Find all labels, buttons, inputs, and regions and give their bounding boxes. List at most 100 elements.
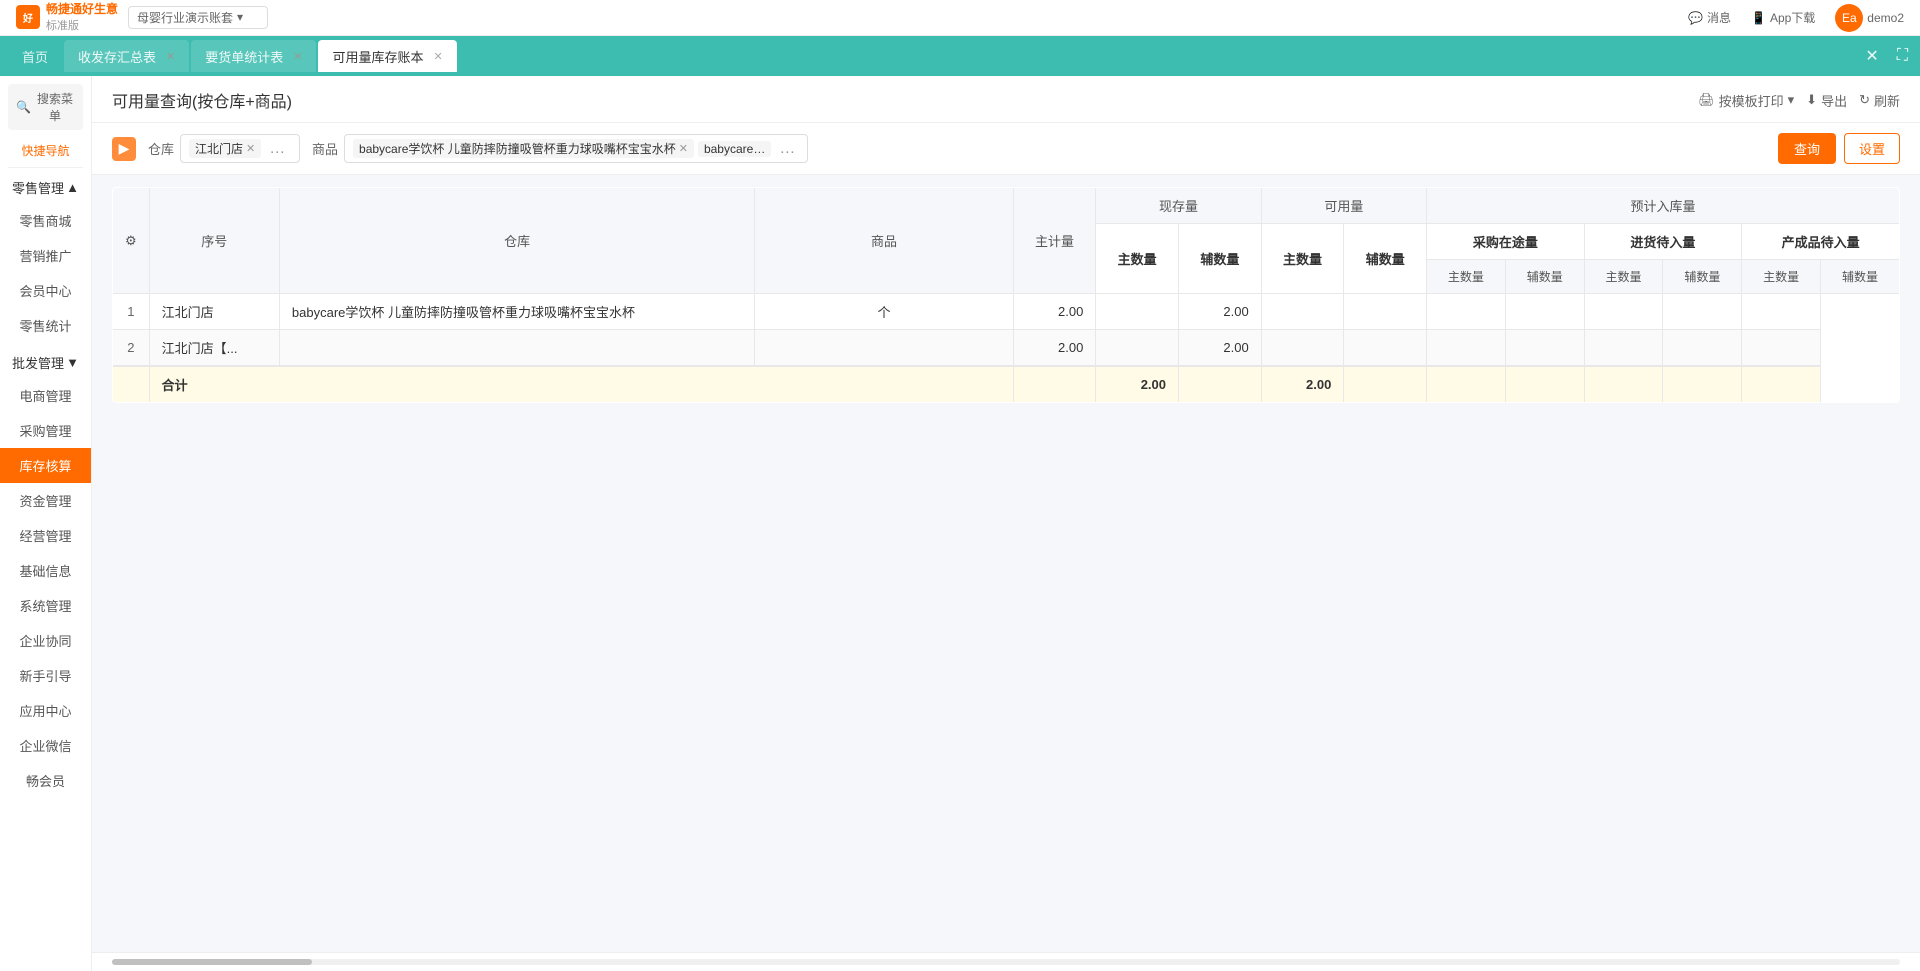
summary-available-aux (1344, 366, 1427, 403)
search-menu-button[interactable]: 🔍 搜索菜单 (8, 84, 83, 130)
row1-available-aux (1261, 294, 1344, 330)
warehouse-tag-close[interactable]: ✕ (246, 142, 255, 155)
scroll-track[interactable] (112, 959, 1900, 965)
app-download-action[interactable]: 📱 App下载 (1751, 9, 1815, 26)
user-area[interactable]: Ea demo2 (1835, 4, 1904, 32)
sidebar-item-enterprise-label: 企业协同 (19, 634, 71, 649)
th-production-main: 主数量 (1742, 260, 1821, 294)
sidebar-item-vip[interactable]: 畅会员 (0, 763, 91, 798)
summary-available-main: 2.00 (1261, 366, 1344, 403)
sidebar-item-member[interactable]: 会员中心 (0, 273, 91, 308)
th-production-aux: 辅数量 (1821, 260, 1900, 294)
sidebar-item-ecommerce[interactable]: 电商管理 (0, 378, 91, 413)
th-current-main: 主数量 (1096, 224, 1179, 294)
filter-actions: 查询 设置 (1778, 133, 1900, 164)
product-tag-1-close[interactable]: ✕ (679, 142, 688, 155)
logo-text-block: 畅捷通好生意 标准版 (46, 2, 118, 32)
summary-empty-1 (113, 366, 150, 403)
sidebar-group-wholesale-label: 批发管理 (12, 353, 64, 372)
refresh-button[interactable]: ↻ 刷新 (1859, 91, 1900, 110)
sidebar-item-guide[interactable]: 新手引导 (0, 658, 91, 693)
th-production-incoming: 产成品待入量 (1742, 224, 1900, 260)
print-template-label: 按模板打印 (1719, 91, 1784, 110)
scroll-bar-area (92, 952, 1920, 971)
sidebar-item-inventory[interactable]: 库存核算 (0, 448, 91, 483)
summary-transfer-main (1584, 366, 1663, 403)
sidebar-item-operation-label: 经营管理 (19, 529, 71, 544)
tenant-select[interactable]: 母婴行业演示账套 ▾ (128, 6, 268, 29)
sidebar-item-marketing[interactable]: 营销推广 (0, 238, 91, 273)
export-button[interactable]: ⬇ 导出 (1806, 91, 1847, 110)
content-area: 可用量查询(按仓库+商品) 🖨 按模板打印 ▾ ⬇ 导出 ↻ 刷新 (92, 76, 1920, 971)
row2-unit (755, 330, 1013, 367)
logo-icon: 好 (16, 5, 40, 29)
summary-current-aux (1179, 366, 1262, 403)
sidebar-item-retail-store[interactable]: 零售商城 (0, 203, 91, 238)
th-planned-incoming: 预计入库量 (1427, 188, 1900, 224)
tab-receive-summary-close[interactable]: ✕ (166, 50, 175, 63)
sidebar-item-finance-label: 资金管理 (19, 494, 71, 509)
sidebar-item-finance[interactable]: 资金管理 (0, 483, 91, 518)
product-tag-2-text: babycare… (704, 142, 765, 156)
sidebar-group-retail-header[interactable]: 零售管理 ▲ (0, 168, 91, 203)
tab-available-inventory-close[interactable]: ✕ (434, 50, 443, 63)
tab-order-stats[interactable]: 要货单统计表 ✕ (191, 40, 316, 72)
th-available: 可用量 (1261, 188, 1426, 224)
th-transfer-main: 主数量 (1584, 260, 1663, 294)
th-current-aux: 辅数量 (1179, 224, 1262, 294)
tab-order-stats-close[interactable]: ✕ (293, 50, 302, 63)
export-label: 导出 (1821, 91, 1847, 110)
th-no: 序号 (149, 188, 279, 294)
row1-available-main: 2.00 (1179, 294, 1262, 330)
chevron-down-icon: ▾ (237, 10, 243, 24)
sidebar-item-wecom[interactable]: 企业微信 (0, 728, 91, 763)
message-action[interactable]: 💬 消息 (1688, 9, 1731, 26)
product-filter-label: 商品 (312, 139, 338, 158)
sidebar-group-retail: 零售管理 ▲ 零售商城 营销推广 会员中心 零售统计 (0, 168, 91, 343)
tab-receive-summary[interactable]: 收发存汇总表 ✕ (64, 40, 189, 72)
row1-production-main (1663, 294, 1742, 330)
tab-home[interactable]: 首页 (8, 40, 62, 72)
row1-purchase-aux (1427, 294, 1506, 330)
row1-current-aux (1096, 294, 1179, 330)
row2-transfer-aux (1584, 330, 1663, 367)
chevron-down-icon: ▾ (1788, 92, 1795, 108)
settings-icon: ⚙ (125, 233, 137, 248)
sidebar-item-appstore[interactable]: 应用中心 (0, 693, 91, 728)
warehouse-more-icon[interactable]: … (265, 140, 289, 158)
tab-home-label: 首页 (22, 47, 48, 66)
sidebar-item-system[interactable]: 系统管理 (0, 588, 91, 623)
print-template-button[interactable]: 🖨 按模板打印 ▾ (1698, 91, 1794, 110)
maximize-icon[interactable]: ⛶ (1893, 43, 1912, 69)
warehouse-filter-input[interactable]: 江北门店 ✕ … (180, 134, 300, 163)
th-transfer-incoming: 进货待入量 (1584, 224, 1742, 260)
row2-current-main: 2.00 (1013, 330, 1096, 367)
close-all-icon[interactable]: ✕ (1861, 42, 1882, 70)
tab-available-inventory[interactable]: 可用量库存账本 ✕ (318, 40, 456, 72)
quick-nav-item[interactable]: 快捷导航 (0, 138, 91, 167)
sidebar-group-wholesale-header[interactable]: 批发管理 ▼ (0, 343, 91, 378)
product-tag-1: babycare学饮杯 儿童防摔防撞吸管杯重力球吸嘴杯宝宝水杯 ✕ (353, 139, 694, 158)
query-button[interactable]: 查询 (1778, 133, 1836, 164)
product-more-icon[interactable]: … (775, 140, 799, 158)
sidebar-item-retail-stats-label: 零售统计 (19, 319, 71, 334)
row1-no: 1 (113, 294, 150, 330)
row1-production-aux (1742, 294, 1821, 330)
logo-sub: 标准版 (46, 17, 118, 33)
summary-label: 合计 (149, 366, 1013, 403)
th-current-stock: 现存量 (1096, 188, 1261, 224)
filter-expand-button[interactable]: ▶ (112, 137, 136, 161)
sidebar-item-operation[interactable]: 经营管理 (0, 518, 91, 553)
scroll-thumb[interactable] (112, 959, 312, 965)
product-filter-input[interactable]: babycare学饮杯 儿童防摔防撞吸管杯重力球吸嘴杯宝宝水杯 ✕ babyca… (344, 134, 808, 163)
th-settings[interactable]: ⚙ (113, 188, 150, 294)
sidebar-item-basic[interactable]: 基础信息 (0, 553, 91, 588)
sidebar-item-enterprise[interactable]: 企业协同 (0, 623, 91, 658)
settings-button[interactable]: 设置 (1844, 133, 1900, 164)
sidebar-item-retail-stats[interactable]: 零售统计 (0, 308, 91, 343)
chevron-up-icon: ▲ (66, 180, 79, 195)
sidebar-item-purchase[interactable]: 采购管理 (0, 413, 91, 448)
search-menu-label: 搜索菜单 (35, 90, 75, 124)
product-filter: 商品 babycare学饮杯 儿童防摔防撞吸管杯重力球吸嘴杯宝宝水杯 ✕ bab… (312, 134, 808, 163)
sidebar-group-retail-label: 零售管理 (12, 178, 64, 197)
